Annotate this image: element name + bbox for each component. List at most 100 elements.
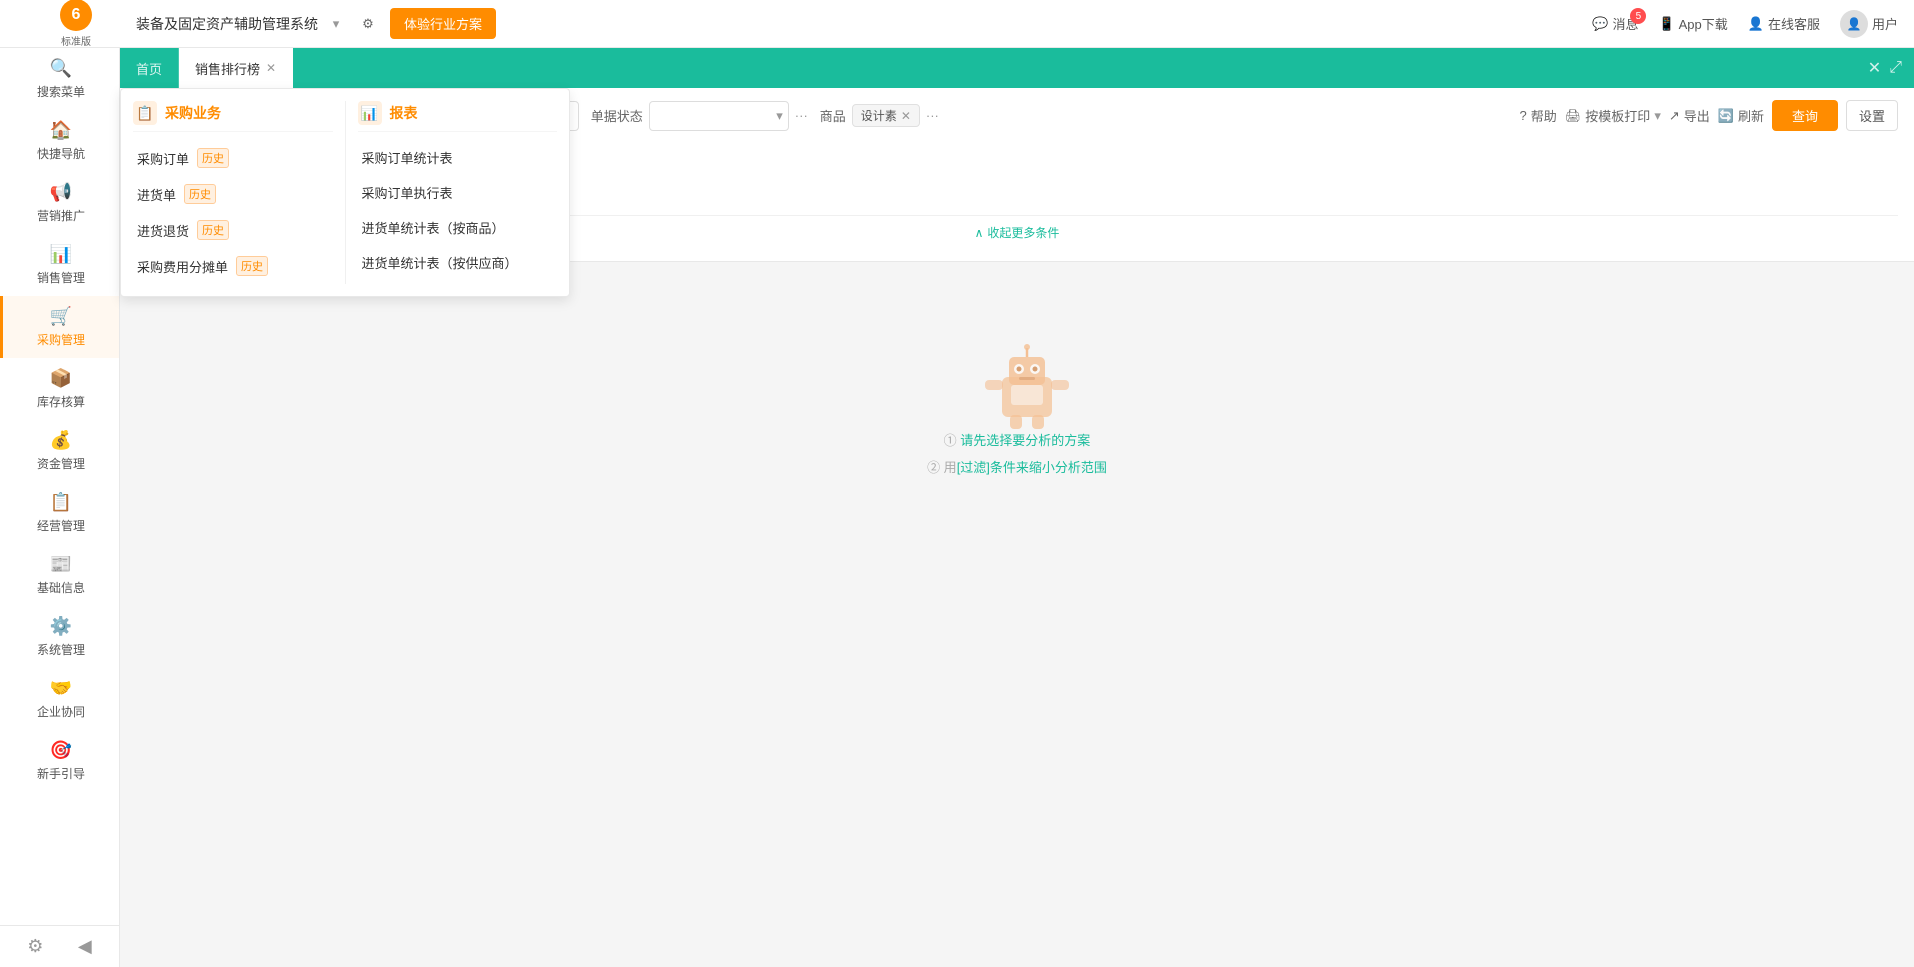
title-dropdown-btn[interactable]: ▾: [326, 14, 346, 34]
message-icon: 💬: [1592, 16, 1608, 32]
sidebar-settings-btn[interactable]: ⚙: [27, 936, 43, 957]
question-icon: ?: [1520, 108, 1527, 123]
purchase-section-icon: 📋: [133, 101, 157, 125]
header-settings-btn[interactable]: ⚙: [354, 10, 382, 38]
dropdown-item-inbound-by-supplier[interactable]: 进货单统计表（按供应商）: [358, 245, 558, 280]
goods-area: 商品 设计素 ✕ ···: [820, 104, 939, 127]
toolbar-right: ? 帮助 🖨 按模板打印 ▾ ↗ 导出 🔄 刷新 查询 设置: [1520, 100, 1898, 131]
sidebar-collapse-btn[interactable]: ◀: [78, 936, 92, 957]
export-btn[interactable]: ↗ 导出: [1669, 106, 1710, 125]
document-status-select-wrap: ▾: [649, 101, 789, 131]
help-btn[interactable]: ? 帮助: [1520, 106, 1557, 125]
tab-home-label: 首页: [136, 59, 162, 78]
tab-actions: ✕ ⤢: [1868, 58, 1914, 78]
target-icon: 🎯: [50, 740, 72, 761]
chevron-up-icon: ∧: [975, 226, 984, 240]
sidebar-item-system[interactable]: ⚙️ 系统管理: [0, 606, 119, 668]
sidebar-item-marketing[interactable]: 📢 营销推广: [0, 172, 119, 234]
money-icon: 💰: [50, 430, 72, 451]
history-badge-4: 历史: [236, 256, 268, 276]
dropdown-item-order-exec[interactable]: 采购订单执行表: [358, 175, 558, 210]
empty-state: ① 请先选择要分析的方案 ② 用[过滤]条件来缩小分析范围: [120, 262, 1914, 556]
return-label: 进货退货: [137, 221, 189, 240]
sidebar-item-quicknav[interactable]: 🏠 快捷导航: [0, 110, 119, 172]
collapse-label: 收起更多条件: [987, 224, 1059, 241]
tab-close-sales-rank[interactable]: ✕: [266, 61, 276, 75]
dropdown-report-title: 📊 报表: [358, 101, 558, 132]
sidebar-item-search[interactable]: 🔍 搜索菜单: [0, 48, 119, 110]
top-header: 6 标准版 装备及固定资产辅助管理系统 ▾ ⚙ 体验行业方案 💬 消息 5 📱 …: [0, 0, 1914, 48]
goods-more[interactable]: ···: [926, 108, 939, 123]
tab-sales-rank-label: 销售排行榜: [195, 59, 260, 78]
sidebar-item-finance[interactable]: 💰 资金管理: [0, 420, 119, 482]
user-label: 用户: [1872, 14, 1898, 33]
sidebar-label-inventory: 库存核算: [37, 393, 85, 410]
history-badge-2: 历史: [184, 184, 216, 204]
history-badge-3: 历史: [197, 220, 229, 240]
dropdown-item-purchase-order[interactable]: 采购订单 历史: [133, 140, 333, 176]
clipboard-icon: 📋: [50, 492, 72, 513]
dropdown-purchase-col: 📋 采购业务 采购订单 历史 进货单 历史 进货退货 历史 采购费用分摊单 历史: [121, 101, 345, 284]
purchase-order-label: 采购订单: [137, 149, 189, 168]
refresh-icon: 🔄: [1718, 108, 1734, 124]
megaphone-icon: 📢: [50, 182, 72, 203]
sidebar-label-quicknav: 快捷导航: [37, 145, 85, 162]
sidebar-label-purchase: 采购管理: [37, 331, 85, 348]
goods-tag: 设计素 ✕: [852, 104, 920, 127]
inbound-by-supplier-label: 进货单统计表（按供应商）: [362, 253, 518, 272]
sidebar-label-system: 系统管理: [37, 641, 85, 658]
sidebar-label-sales: 销售管理: [37, 269, 85, 286]
sidebar-item-operation[interactable]: 📋 经营管理: [0, 482, 119, 544]
dropdown-item-expense[interactable]: 采购费用分摊单 历史: [133, 248, 333, 284]
header-center: 装备及固定资产辅助管理系统 ▾ ⚙ 体验行业方案: [136, 8, 1592, 39]
sidebar-item-coop[interactable]: 🤝 企业协同: [0, 668, 119, 730]
dropdown-item-inbound-by-goods[interactable]: 进货单统计表（按商品）: [358, 210, 558, 245]
order-exec-label: 采购订单执行表: [362, 183, 453, 202]
tab-home[interactable]: 首页: [120, 48, 179, 88]
dropdown-item-inbound[interactable]: 进货单 历史: [133, 176, 333, 212]
tab-maximize-btn[interactable]: ⤢: [1889, 59, 1902, 77]
sidebar-item-purchase[interactable]: 🛒 采购管理: [0, 296, 119, 358]
sidebar: 🔍 搜索菜单 🏠 快捷导航 📢 营销推广 📊 销售管理 🛒 采购管理 📦 库存核…: [0, 48, 120, 967]
goods-tag-close-btn[interactable]: ✕: [901, 109, 911, 123]
print-dropdown-icon[interactable]: ▾: [1654, 108, 1661, 124]
tab-close-btn[interactable]: ✕: [1868, 58, 1881, 78]
document-status-select[interactable]: [649, 101, 789, 131]
tab-sales-rank[interactable]: 销售排行榜 ✕: [179, 48, 293, 88]
sidebar-item-inventory[interactable]: 📦 库存核算: [0, 358, 119, 420]
dropdown-item-order-stats[interactable]: 采购订单统计表: [358, 140, 558, 175]
sidebar-label-operation: 经营管理: [37, 517, 85, 534]
message-btn[interactable]: 💬 消息 5: [1592, 14, 1638, 33]
refresh-label: 刷新: [1738, 106, 1764, 125]
document-status-label: 单据状态: [591, 106, 643, 125]
sidebar-label-coop: 企业协同: [37, 703, 85, 720]
industry-btn[interactable]: 体验行业方案: [390, 8, 496, 39]
search-icon: 🔍: [50, 58, 72, 79]
handshake-icon: 🤝: [50, 678, 72, 699]
export-icon: ↗: [1669, 108, 1680, 124]
box-icon: 📦: [50, 368, 72, 389]
service-btn[interactable]: 👤 在线客服: [1748, 14, 1820, 33]
report-section-icon: 📊: [358, 101, 382, 125]
print-label: 按模板打印: [1585, 106, 1650, 125]
refresh-btn[interactable]: 🔄 刷新: [1718, 106, 1764, 125]
app-download-btn[interactable]: 📱 App下载: [1658, 14, 1727, 33]
user-btn[interactable]: 👤 用户: [1840, 10, 1898, 38]
goods-label: 商品: [820, 106, 846, 125]
logo-icon: 6: [60, 0, 92, 31]
dropdown-item-return[interactable]: 进货退货 历史: [133, 212, 333, 248]
empty-illustration: [967, 342, 1067, 422]
settings-small-btn[interactable]: 设置: [1846, 100, 1898, 131]
sidebar-item-basic[interactable]: 📰 基础信息: [0, 544, 119, 606]
document-status-more[interactable]: ···: [795, 108, 808, 123]
tab-bar: 首页 销售排行榜 ✕ ✕ ⤢: [120, 48, 1914, 88]
logo-label: 标准版: [61, 33, 91, 48]
order-stats-label: 采购订单统计表: [362, 148, 453, 167]
newspaper-icon: 📰: [50, 554, 72, 575]
sidebar-item-sales[interactable]: 📊 销售管理: [0, 234, 119, 296]
logo-text: 标准版: [61, 33, 91, 48]
print-btn[interactable]: 🖨 按模板打印 ▾: [1565, 106, 1661, 125]
query-btn[interactable]: 查询: [1772, 100, 1838, 131]
inbound-by-goods-label: 进货单统计表（按商品）: [362, 218, 505, 237]
sidebar-item-guide[interactable]: 🎯 新手引导: [0, 730, 119, 792]
